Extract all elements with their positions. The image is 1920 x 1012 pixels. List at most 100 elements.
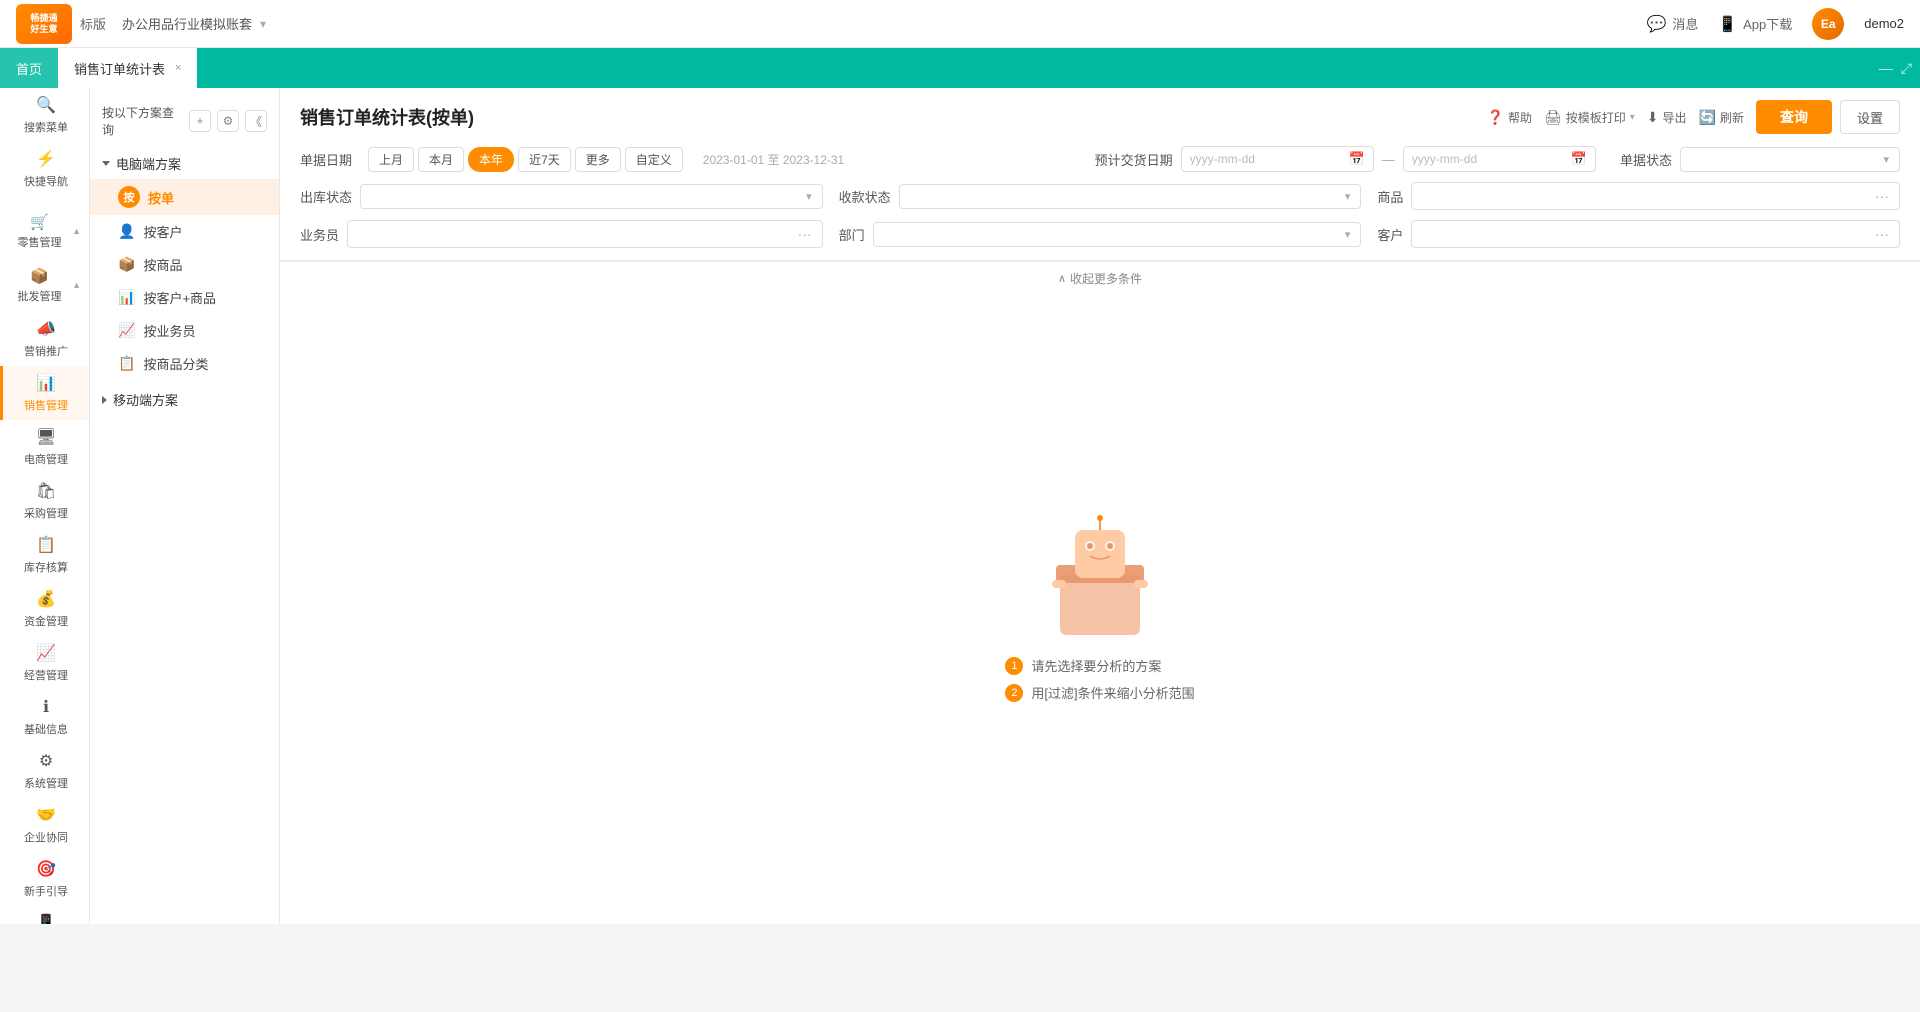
hint-1-text: 请先选择要分析的方案 — [1031, 656, 1161, 675]
add-scheme-btn[interactable]: + — [189, 110, 211, 132]
date-btn-this-year[interactable]: 本年 — [468, 147, 514, 172]
customer-label: 客户 — [1377, 225, 1403, 244]
sidebar-item-sales[interactable]: 📊 销售管理 — [0, 366, 89, 420]
scheme-item-by-category[interactable]: 📋 按商品分类 — [90, 347, 279, 380]
sidebar-item-marketing[interactable]: 📣 营销推广 — [0, 312, 89, 366]
calendar-icon-2[interactable]: 📅 — [1571, 151, 1587, 167]
search-menu-icon: 🔍 — [36, 95, 56, 115]
scheme-group-mobile: 移动端方案 — [90, 384, 279, 415]
scheme-group-pc-title[interactable]: 电脑端方案 — [90, 148, 279, 179]
settings-scheme-btn[interactable]: ⚙ — [217, 110, 239, 132]
sidebar-item-guide[interactable]: 🎯 新手引导 — [0, 852, 89, 906]
calendar-icon-1[interactable]: 📅 — [1349, 151, 1365, 167]
sidebar-item-basic[interactable]: ℹ 基础信息 — [0, 690, 89, 744]
delivery-chevron: ▾ — [806, 190, 812, 203]
help-btn[interactable]: ❓ 帮助 — [1487, 109, 1532, 126]
scheme-group-mobile-title[interactable]: 移动端方案 — [90, 384, 279, 415]
purchase-label: 采购管理 — [24, 505, 68, 521]
by-order-label: 按单 — [148, 188, 174, 207]
window-title-dropdown[interactable]: ▾ — [260, 17, 266, 31]
sidebar-item-business[interactable]: 📈 经营管理 — [0, 636, 89, 690]
tab-home-label: 首页 — [16, 59, 42, 78]
department-label: 部门 — [839, 225, 865, 244]
salesperson-select[interactable]: ··· — [347, 220, 823, 248]
retail-label: 零售管理 — [18, 234, 62, 250]
payment-status-label: 收款状态 — [839, 187, 891, 206]
collapse-panel-btn[interactable]: 《 — [245, 110, 267, 132]
sidebar-item-inventory[interactable]: 📋 库存核算 — [0, 528, 89, 582]
scheme-item-by-product[interactable]: 📦 按商品 — [90, 248, 279, 281]
ecommerce-icon: 🖥 — [36, 427, 56, 447]
sidebar-item-finance[interactable]: 💰 资金管理 — [0, 582, 89, 636]
by-customer-label: 按客户 — [143, 222, 182, 241]
topbar-left: 畅捷通好生意 标版 办公用品行业模拟账套 ▾ — [16, 4, 266, 44]
template-print-btn[interactable]: 🖨 按模板打印 ▾ — [1544, 109, 1635, 126]
filter-row-2: 出库状态 ▾ 收款状态 ▾ 商品 — [300, 182, 1900, 210]
message-label: 消息 — [1672, 14, 1698, 33]
empty-illustration — [1030, 510, 1170, 640]
refresh-btn[interactable]: 🔄 刷新 — [1699, 109, 1744, 126]
goods-select[interactable]: ··· — [1411, 182, 1900, 210]
system-icon: ⚙ — [39, 751, 53, 771]
by-category-icon: 📋 — [118, 355, 135, 372]
refresh-label: 刷新 — [1720, 109, 1744, 126]
delivery-status-select[interactable]: ▾ — [360, 184, 823, 209]
business-icon: 📈 — [36, 643, 56, 663]
date-btn-last-7[interactable]: 近7天 — [518, 147, 571, 172]
hint-1-num: 1 — [1005, 657, 1023, 675]
user-name[interactable]: demo2 — [1864, 16, 1904, 31]
goods-more-icon[interactable]: ··· — [1875, 188, 1889, 204]
date-btn-more[interactable]: 更多 — [575, 147, 621, 172]
department-select[interactable]: ▾ — [873, 222, 1362, 247]
scheme-item-by-salesperson[interactable]: 📈 按业务员 — [90, 314, 279, 347]
inventory-label: 库存核算 — [24, 559, 68, 575]
sidebar-item-search-menu[interactable]: 🔍 搜索菜单 — [0, 88, 89, 142]
print-chevron: ▾ — [1630, 112, 1635, 123]
nav-minimize-icon[interactable]: — — [1879, 60, 1893, 76]
date-btn-custom[interactable]: 自定义 — [625, 147, 683, 172]
nav-maximize-icon[interactable]: ⤢ — [1901, 60, 1912, 77]
payment-status-select[interactable]: ▾ — [899, 184, 1362, 209]
query-btn[interactable]: 查询 — [1756, 100, 1832, 134]
page-header-top: 销售订单统计表(按单) ❓ 帮助 🖨 按模板打印 ▾ ⬇ 导出 — [300, 100, 1900, 134]
pc-group-arrow — [102, 161, 110, 166]
tab-home[interactable]: 首页 — [0, 48, 58, 88]
sidebar-item-purchase[interactable]: 🛍 采购管理 — [0, 474, 89, 528]
scheme-item-by-cust-prod[interactable]: 📊 按客户+商品 — [90, 281, 279, 314]
sidebar-item-quick-nav[interactable]: ⚡ 快捷导航 — [0, 142, 89, 196]
scheme-item-by-order[interactable]: 按 按单 — [90, 179, 279, 215]
export-label: 导出 — [1663, 109, 1687, 126]
sidebar-item-system[interactable]: ⚙ 系统管理 — [0, 744, 89, 798]
logo: 畅捷通好生意 — [16, 4, 72, 44]
sidebar-item-appcenter[interactable]: 📱 应用中心 — [0, 906, 89, 924]
tab-sales-stats[interactable]: 销售订单统计表 × — [58, 48, 197, 88]
basic-label: 基础信息 — [24, 721, 68, 737]
collapse-bar[interactable]: ∧ 收起更多条件 — [280, 261, 1920, 295]
hint-2-num: 2 — [1005, 684, 1023, 702]
sidebar-item-ecommerce[interactable]: 🖥 电商管理 — [0, 420, 89, 474]
bill-status-chevron: ▾ — [1883, 153, 1889, 166]
date-btn-last-month[interactable]: 上月 — [368, 147, 414, 172]
expected-date-end[interactable] — [1412, 152, 1567, 166]
by-salesperson-label: 按业务员 — [143, 321, 195, 340]
by-order-icon: 按 — [118, 186, 140, 208]
customer-select[interactable]: ··· — [1411, 220, 1900, 248]
sidebar: 🔍 搜索菜单 ⚡ 快捷导航 🛒 零售管理 ▲ 📦 批发管理 ▲ 📣 营销推广 — [0, 88, 90, 924]
tab-close-icon[interactable]: × — [175, 62, 181, 74]
salesperson-more-icon[interactable]: ··· — [798, 226, 812, 242]
date-btn-this-month[interactable]: 本月 — [418, 147, 464, 172]
sidebar-item-wholesale[interactable]: 📦 批发管理 ▲ — [0, 258, 89, 312]
mobile-group-label: 移动端方案 — [113, 390, 178, 409]
scheme-item-by-customer[interactable]: 👤 按客户 — [90, 215, 279, 248]
settings-btn[interactable]: 设置 — [1840, 100, 1900, 134]
app-download-btn[interactable]: 📱 App下载 — [1718, 14, 1792, 33]
system-label: 系统管理 — [24, 775, 68, 791]
export-btn[interactable]: ⬇ 导出 — [1647, 109, 1687, 126]
expected-date-start[interactable] — [1190, 152, 1345, 166]
sidebar-item-retail[interactable]: 🛒 零售管理 ▲ — [0, 204, 89, 258]
bill-status-select[interactable]: ▾ — [1680, 147, 1900, 172]
avatar[interactable]: Ea — [1812, 8, 1844, 40]
sidebar-item-enterprise[interactable]: 🤝 企业协同 — [0, 798, 89, 852]
message-btn[interactable]: 💬 消息 — [1646, 14, 1698, 34]
customer-more-icon[interactable]: ··· — [1875, 226, 1889, 242]
